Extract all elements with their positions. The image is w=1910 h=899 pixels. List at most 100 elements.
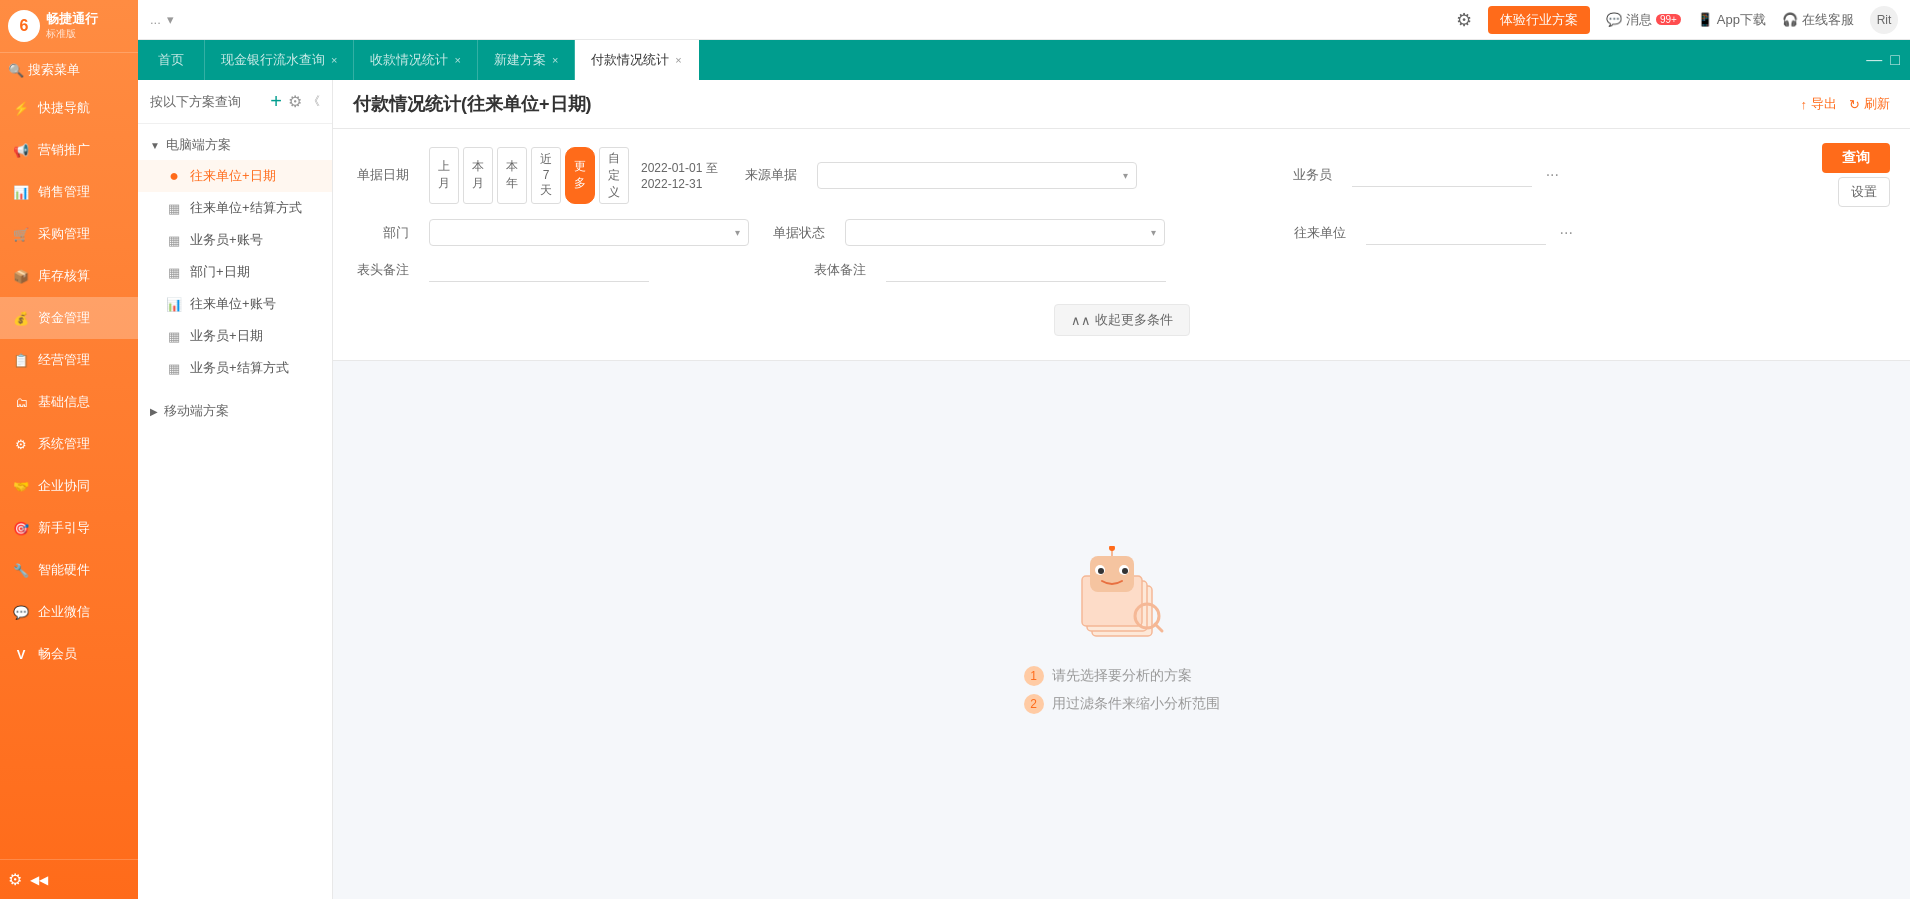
footer-collapse-icon[interactable]: ◀◀ <box>30 873 48 887</box>
message-icon: 💬 <box>1606 12 1622 27</box>
member-icon: V <box>12 645 30 663</box>
cooperation-icon: 🤝 <box>12 477 30 495</box>
scheme-settings-icon[interactable]: ⚙ <box>288 92 302 111</box>
staff-input[interactable] <box>1352 163 1532 187</box>
try-plan-button[interactable]: 体验行业方案 <box>1488 6 1590 34</box>
sidebar-item-quick-nav[interactable]: ⚡ 快捷导航 <box>0 87 138 129</box>
svg-point-7 <box>1122 568 1128 574</box>
source-select[interactable]: ▾ <box>817 162 1137 189</box>
logo-icon: 6 <box>8 10 40 42</box>
sidebar-item-marketing[interactable]: 📢 营销推广 <box>0 129 138 171</box>
footer-settings-icon[interactable]: ⚙ <box>8 870 22 889</box>
sidebar-item-sales[interactable]: 📊 销售管理 <box>0 171 138 213</box>
date-label: 单据日期 <box>353 166 409 184</box>
scheme-item-staff-settle[interactable]: ▦ 业务员+结算方式 <box>138 352 332 384</box>
tab-minimize-icon[interactable]: — <box>1866 51 1882 69</box>
date-this-year[interactable]: 本年 <box>497 147 527 204</box>
date-custom[interactable]: 自定义 <box>599 147 629 204</box>
svg-point-6 <box>1098 568 1104 574</box>
sidebar-item-member[interactable]: V 畅会员 <box>0 633 138 675</box>
tab-bank-close[interactable]: × <box>331 54 337 66</box>
body-note-input[interactable] <box>886 258 1166 282</box>
filter-settings-button[interactable]: 设置 <box>1838 177 1890 207</box>
dept-control: ▾ <box>429 219 749 246</box>
page-title: 付款情况统计(往来单位+日期) <box>353 92 592 116</box>
quick-nav-icon: ⚡ <box>12 99 30 117</box>
tabbar-end: — □ <box>1856 40 1910 80</box>
filter-row-1: 单据日期 上月 本月 本年 近7天 更多 自定义 2022-01-01 至 20… <box>353 143 1890 207</box>
search-icon: 🔍 <box>8 63 24 78</box>
tab-pay-stat[interactable]: 付款情况统计 × <box>575 40 698 80</box>
header-note-input[interactable] <box>429 258 649 282</box>
tab-new-plan-close[interactable]: × <box>552 54 558 66</box>
tab-new-plan[interactable]: 新建方案 × <box>478 40 575 80</box>
user-avatar[interactable]: Rit <box>1870 6 1898 34</box>
scheme-table-icon3: ▦ <box>166 264 182 280</box>
dept-select[interactable]: ▾ <box>429 219 749 246</box>
sidebar-item-cooperation[interactable]: 🤝 企业协同 <box>0 465 138 507</box>
svg-rect-3 <box>1090 556 1134 592</box>
collapse-filter-button[interactable]: ∧∧ 收起更多条件 <box>1054 304 1190 336</box>
main-area: ... ▾ ⚙ 体验行业方案 💬 消息 99+ 📱 App下载 🎧 在线客服 <box>138 0 1910 899</box>
scheme-item-staff-account[interactable]: ▦ 业务员+账号 <box>138 224 332 256</box>
body-note-label: 表体备注 <box>810 261 866 279</box>
scheme-table-icon5: ▦ <box>166 360 182 376</box>
export-icon: ↑ <box>1801 97 1808 112</box>
online-service-button[interactable]: 🎧 在线客服 <box>1782 11 1854 29</box>
date-this-month[interactable]: 本月 <box>463 147 493 204</box>
filter-action-col: 查询 设置 <box>1810 143 1890 207</box>
date-last-7days[interactable]: 近7天 <box>531 147 561 204</box>
tab-pay-stat-close[interactable]: × <box>675 54 681 66</box>
topbar-actions: ⚙ 体验行业方案 💬 消息 99+ 📱 App下载 🎧 在线客服 Rit <box>1456 6 1898 34</box>
service-icon: 🎧 <box>1782 12 1798 27</box>
query-button[interactable]: 查询 <box>1822 143 1890 173</box>
scheme-group-mobile-header[interactable]: ▶ 移动端方案 <box>138 396 332 426</box>
header-note-control <box>429 258 790 282</box>
scheme-group-desktop: ▼ 电脑端方案 ● 往来单位+日期 ▦ 往来单位+结算方式 ▦ 业务员+账号 <box>138 124 332 390</box>
refresh-button[interactable]: ↻ 刷新 <box>1849 95 1890 113</box>
empty-illustration <box>1062 546 1182 646</box>
sidebar-search[interactable]: 🔍 搜索菜单 <box>0 53 138 87</box>
sidebar-item-basic[interactable]: 🗂 基础信息 <box>0 381 138 423</box>
status-select[interactable]: ▾ <box>845 219 1165 246</box>
page-header-actions: ↑ 导出 ↻ 刷新 <box>1801 95 1891 113</box>
scheme-item-dept-date[interactable]: ▦ 部门+日期 <box>138 256 332 288</box>
app-download-button[interactable]: 📱 App下载 <box>1697 11 1766 29</box>
sidebar-item-finance[interactable]: 💰 资金管理 <box>0 297 138 339</box>
topbar-settings-icon[interactable]: ⚙ <box>1456 9 1472 31</box>
scheme-group-mobile: ▶ 移动端方案 <box>138 390 332 432</box>
scheme-item-unit-account[interactable]: 📊 往来单位+账号 <box>138 288 332 320</box>
staff-dots-button[interactable]: ··· <box>1546 166 1559 184</box>
sidebar-item-hardware[interactable]: 🔧 智能硬件 <box>0 549 138 591</box>
filter-row-3: 表头备注 表体备注 <box>353 258 1890 282</box>
sidebar-item-purchase[interactable]: 🛒 采购管理 <box>0 213 138 255</box>
sidebar-item-system[interactable]: ⚙ 系统管理 <box>0 423 138 465</box>
sidebar-item-inventory[interactable]: 📦 库存核算 <box>0 255 138 297</box>
tab-bank[interactable]: 现金银行流水查询 × <box>205 40 354 80</box>
export-button[interactable]: ↑ 导出 <box>1801 95 1838 113</box>
tab-receive[interactable]: 收款情况统计 × <box>354 40 477 80</box>
empty-tip-1: 1 请先选择要分析的方案 <box>1024 666 1220 686</box>
unit-dots-button[interactable]: ··· <box>1560 224 1573 242</box>
unit-input[interactable] <box>1366 221 1546 245</box>
scheme-group-desktop-header[interactable]: ▼ 电脑端方案 <box>138 130 332 160</box>
sidebar-item-wechat[interactable]: 💬 企业微信 <box>0 591 138 633</box>
scheme-item-unit-settle[interactable]: ▦ 往来单位+结算方式 <box>138 192 332 224</box>
date-more[interactable]: 更多 <box>565 147 595 204</box>
sidebar-item-guide[interactable]: 🎯 新手引导 <box>0 507 138 549</box>
scheme-item-staff-date[interactable]: ▦ 业务员+日期 <box>138 320 332 352</box>
scheme-item-unit-date[interactable]: ● 往来单位+日期 <box>138 160 332 192</box>
date-last-month[interactable]: 上月 <box>429 147 459 204</box>
tab-maximize-icon[interactable]: □ <box>1890 51 1900 69</box>
sidebar-item-operations[interactable]: 📋 经营管理 <box>0 339 138 381</box>
panel-collapse-icon[interactable]: 《 <box>308 93 320 110</box>
add-scheme-button[interactable]: + <box>270 90 282 113</box>
tab-receive-close[interactable]: × <box>454 54 460 66</box>
tab-home[interactable]: 首页 <box>138 40 205 80</box>
dept-label: 部门 <box>353 224 409 242</box>
left-panel: 按以下方案查询 + ⚙ 《 ▼ 电脑端方案 ● 往来单位+日期 <box>138 80 333 899</box>
status-chevron-icon: ▾ <box>1151 227 1156 238</box>
message-button[interactable]: 💬 消息 99+ <box>1606 11 1681 29</box>
unit-label: 往来单位 <box>1290 224 1346 242</box>
hardware-icon: 🔧 <box>12 561 30 579</box>
